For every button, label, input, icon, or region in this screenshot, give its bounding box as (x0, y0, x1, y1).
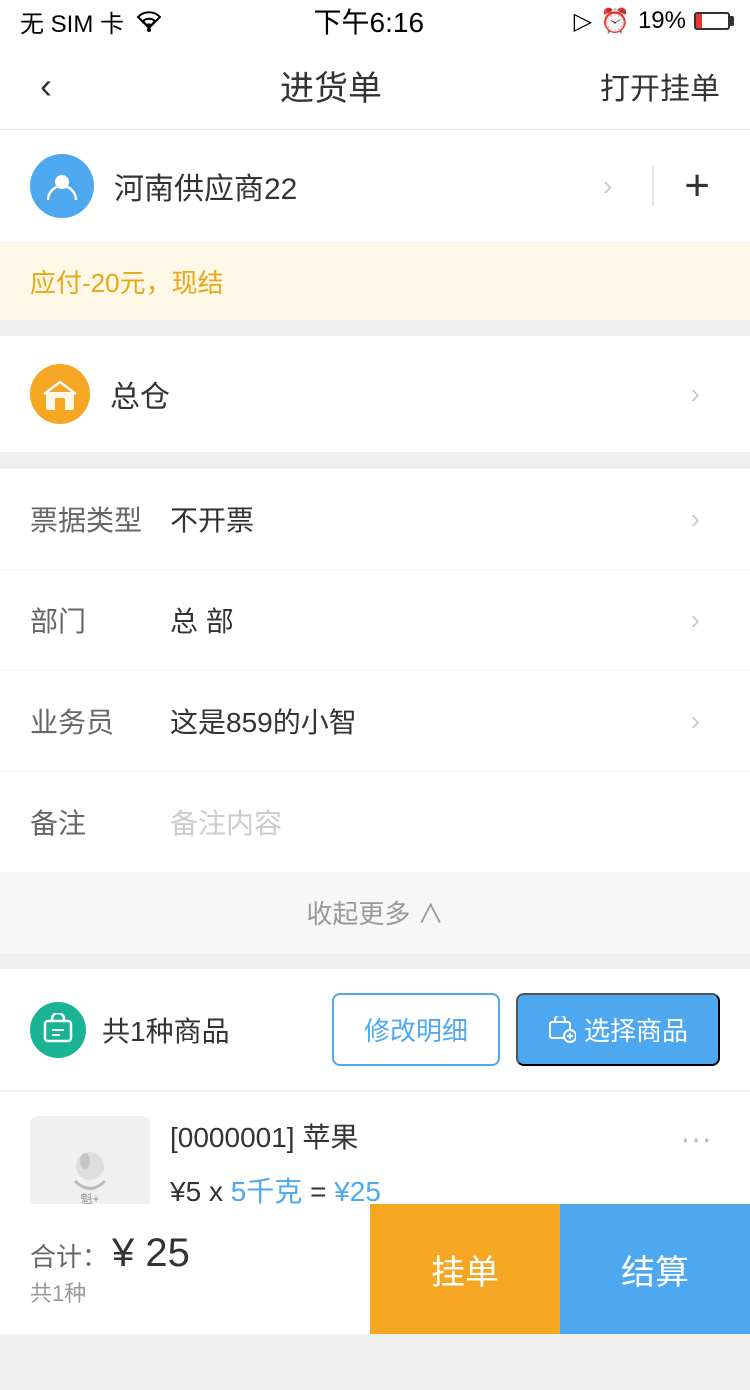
product-code: [0000001] (170, 1122, 295, 1153)
pending-button[interactable]: 挂单 (370, 1204, 560, 1334)
status-right: ▷ ⏰ 19% (574, 7, 730, 36)
status-left: 无 SIM 卡 (20, 4, 164, 39)
edit-details-button[interactable]: 修改明细 (332, 993, 500, 1066)
footer-total-count: 共1种 (30, 1276, 340, 1308)
product-total: ¥25 (334, 1176, 381, 1207)
footer-total-amount: ¥ 25 (112, 1231, 190, 1276)
supplier-section: 河南供应商22 › + 应付-20元，现结 (0, 130, 750, 320)
invoice-type-row[interactable]: 票据类型 不开票 › (0, 468, 750, 569)
alarm-icon: ⏰ (600, 7, 630, 36)
remark-label: 备注 (30, 802, 170, 842)
salesman-row[interactable]: 业务员 这是859的小智 › (0, 670, 750, 771)
invoice-type-label: 票据类型 (30, 499, 170, 539)
carrier-text: 无 SIM 卡 (20, 4, 124, 39)
select-product-label: 选择商品 (584, 1011, 688, 1048)
page-title: 进货单 (280, 61, 382, 110)
footer-total-label: 合计： (30, 1237, 108, 1274)
product-name: [0000001] 苹果 (170, 1116, 652, 1156)
products-count: 共1种商品 (102, 1010, 332, 1050)
supplier-avatar (30, 154, 94, 218)
status-bar: 无 SIM 卡 下午6:16 ▷ ⏰ 19% (0, 0, 750, 42)
warehouse-name: 总仓 (110, 372, 691, 416)
warehouse-section[interactable]: 总仓 › (0, 336, 750, 452)
warehouse-chevron: › (691, 378, 700, 410)
supplier-name: 河南供应商22 (114, 164, 603, 208)
open-pending-button[interactable]: 打开挂单 (600, 64, 720, 108)
back-button[interactable]: ‹ (30, 55, 62, 117)
supplier-divider (652, 166, 654, 206)
supplier-row[interactable]: 河南供应商22 › + (0, 130, 750, 243)
select-product-button[interactable]: 选择商品 (516, 993, 720, 1066)
warehouse-icon (30, 364, 90, 424)
department-row[interactable]: 部门 总 部 › (0, 569, 750, 670)
nav-bar: ‹ 进货单 打开挂单 (0, 42, 750, 130)
checkout-button[interactable]: 结算 (560, 1204, 750, 1334)
location-icon: ▷ (574, 7, 592, 36)
product-equals: = (310, 1176, 334, 1207)
warehouse-row[interactable]: 总仓 › (0, 336, 750, 452)
form-section: 票据类型 不开票 › 部门 总 部 › 业务员 这是859的小智 › 备注 备注… (0, 468, 750, 953)
product-unit-price: ¥5 (170, 1176, 201, 1207)
add-supplier-button[interactable]: + (674, 161, 720, 211)
remark-input[interactable]: 备注内容 (170, 802, 720, 842)
battery-icon (694, 12, 730, 30)
salesman-label: 业务员 (30, 701, 170, 741)
department-label: 部门 (30, 600, 170, 640)
collapse-button[interactable]: 收起更多 ∧ (0, 872, 750, 953)
battery-text: 19% (638, 7, 686, 35)
product-quantity: 5千克 (231, 1176, 303, 1207)
product-title: 苹果 (302, 1122, 358, 1153)
salesman-chevron: › (691, 705, 700, 737)
department-value: 总 部 (170, 600, 691, 640)
wifi-icon (134, 10, 164, 32)
product-more-button[interactable]: ··· (672, 1116, 720, 1161)
invoice-type-value: 不开票 (170, 499, 691, 539)
product-info: [0000001] 苹果 ¥5 x 5千克 = ¥25 (170, 1116, 652, 1210)
salesman-value: 这是859的小智 (170, 701, 691, 741)
supplier-chevron: › (603, 170, 612, 202)
products-header: 共1种商品 修改明细 选择商品 (0, 969, 750, 1090)
supplier-notice: 应付-20元，现结 (0, 243, 750, 320)
content-area: 河南供应商22 › + 应付-20元，现结 总仓 › 票据类型 不开票 › (0, 130, 750, 1390)
status-time: 下午6:16 (314, 1, 425, 41)
footer: 合计： ¥ 25 共1种 挂单 结算 (0, 1204, 750, 1334)
department-chevron: › (691, 604, 700, 636)
remark-row[interactable]: 备注 备注内容 (0, 771, 750, 872)
product-multiply: x (209, 1176, 231, 1207)
products-icon (30, 1002, 86, 1058)
footer-total: 合计： ¥ 25 共1种 (0, 1231, 370, 1308)
invoice-type-chevron: › (691, 503, 700, 535)
